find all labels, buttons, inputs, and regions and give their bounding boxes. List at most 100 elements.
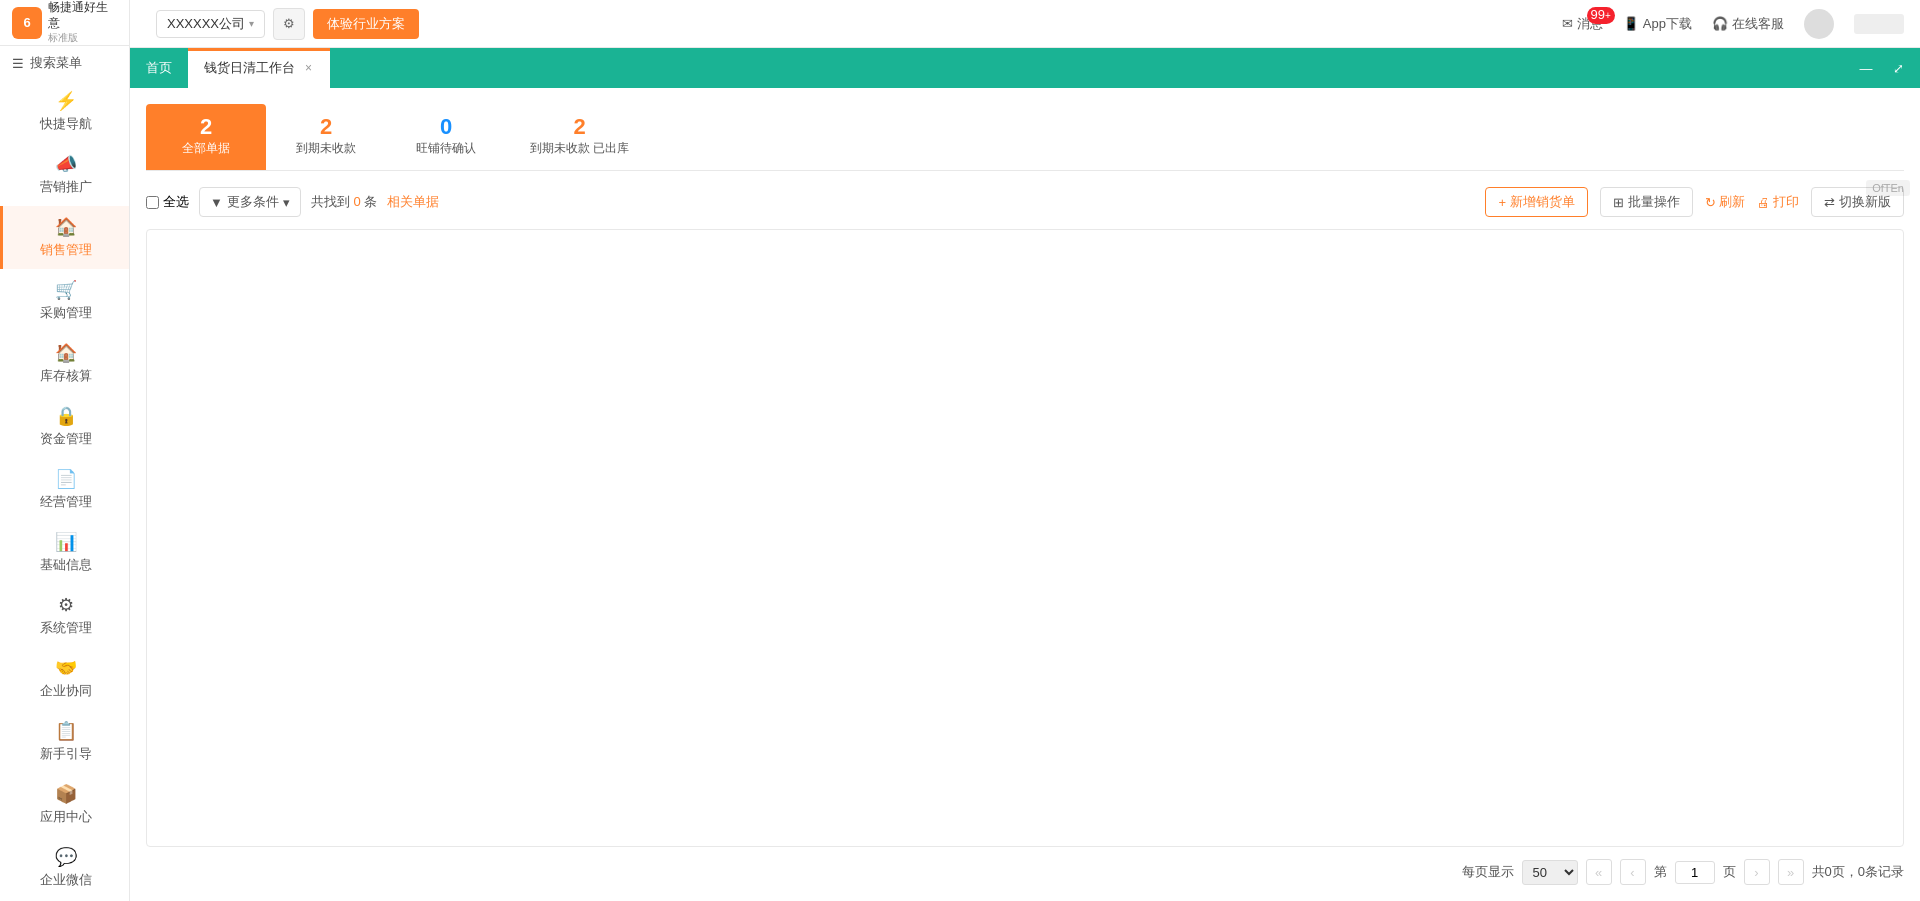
trial-button[interactable]: 体验行业方案: [313, 9, 419, 39]
menu-icon-qiye: 🤝: [55, 657, 77, 679]
toolbar-left: 全选 ▼ 更多条件 ▾ 共找到 0 条 相关单据: [146, 187, 439, 217]
menu-icon-jingying: 📄: [55, 468, 77, 490]
printer-icon: 🖨: [1757, 195, 1770, 210]
menu-label-jichu: 基础信息: [40, 556, 92, 574]
sidebar-search[interactable]: ☰ 搜索菜单: [0, 46, 129, 80]
per-page-select[interactable]: 50 10 20 100: [1522, 860, 1578, 885]
menu-label-yingyong: 应用中心: [40, 808, 92, 826]
found-text: 共找到 0 条: [311, 193, 377, 211]
pagination: 每页显示 50 10 20 100 « ‹ 第 页 › » 共0页，0条记录: [146, 847, 1904, 885]
stats-tab-num-all: 2: [170, 114, 242, 140]
stats-tab-num-overdue_out: 2: [530, 114, 629, 140]
stats-tab-wangpu[interactable]: 0旺铺待确认: [386, 104, 506, 170]
select-all-checkbox[interactable]: 全选: [146, 193, 189, 211]
filter-chevron-icon: ▾: [283, 195, 290, 210]
often-badge: OfTEn: [1866, 180, 1910, 196]
menu-icon-zijin: 🔒: [55, 405, 77, 427]
chevron-down-icon: ▾: [249, 18, 254, 29]
settings-button[interactable]: ⚙: [273, 8, 305, 40]
minimize-icon: —: [1860, 61, 1873, 76]
toolbar: 全选 ▼ 更多条件 ▾ 共找到 0 条 相关单据 + 新增销货单: [146, 187, 1904, 217]
content-area: 2全部单据2到期未收款0旺铺待确认2到期未收款 已出库 全选 ▼ 更多条件 ▾ …: [130, 88, 1920, 901]
refresh-icon: ↻: [1705, 195, 1716, 210]
app-download-btn[interactable]: 📱 App下载: [1623, 15, 1692, 33]
company-selector[interactable]: XXXXXX公司 ▾: [156, 10, 265, 38]
menu-label-kucun: 库存核算: [40, 367, 92, 385]
menu-label-caigou: 采购管理: [40, 304, 92, 322]
sidebar-item-weixin[interactable]: 💬 企业微信: [0, 836, 129, 899]
sidebar-item-xinshou[interactable]: 📋新手引导: [0, 710, 129, 773]
user-avatar[interactable]: [1804, 9, 1834, 39]
headset-icon: 🎧: [1712, 16, 1728, 31]
maximize-icon: ⤢: [1893, 61, 1904, 76]
tab-minimize-btn[interactable]: —: [1854, 56, 1878, 80]
batch-icon: ⊞: [1613, 195, 1624, 210]
stats-tab-label-overdue_out: 到期未收款 已出库: [530, 140, 629, 157]
menu-icon-weixin: 💬: [55, 846, 77, 868]
last-page-btn[interactable]: »: [1778, 859, 1804, 885]
page-input[interactable]: [1675, 861, 1715, 884]
sidebar: 6 畅捷通好生意 标准版 ☰ 搜索菜单 ⚡快捷导航 📣 营销推广 🏠销售管理🛒采购管理…: [0, 0, 130, 901]
menu-label-xinshou: 新手引导: [40, 745, 92, 763]
stats-tab-label-overdue: 到期未收款: [290, 140, 362, 157]
menu-label-qiye: 企业协同: [40, 682, 92, 700]
refresh-button[interactable]: ↻ 刷新: [1705, 193, 1745, 211]
batch-operation-button[interactable]: ⊞ 批量操作: [1600, 187, 1693, 217]
sidebar-item-yingxiao[interactable]: 📣 营销推广: [0, 143, 129, 206]
stats-tab-overdue_out[interactable]: 2到期未收款 已出库: [506, 104, 653, 170]
last-page-icon: »: [1787, 865, 1794, 880]
sidebar-item-qiye[interactable]: 🤝 企业协同: [0, 647, 129, 710]
menu-icon-xitong: ⚙: [58, 594, 74, 616]
related-orders-link[interactable]: 相关单据: [387, 193, 439, 211]
batch-label: 批量操作: [1628, 193, 1680, 211]
app-subtitle: 标准版: [48, 31, 117, 45]
sidebar-item-jingying[interactable]: 📄经营管理: [0, 458, 129, 521]
tab-active[interactable]: 钱货日清工作台 ×: [188, 48, 330, 88]
stats-tabs: 2全部单据2到期未收款0旺铺待确认2到期未收款 已出库: [146, 104, 1904, 171]
filter-button[interactable]: ▼ 更多条件 ▾: [199, 187, 301, 217]
tab-close-icon[interactable]: ×: [303, 59, 314, 77]
total-label: 共0页，0条记录: [1812, 863, 1904, 881]
message-btn[interactable]: ✉ 消息 99+: [1562, 15, 1603, 33]
select-all-input[interactable]: [146, 196, 159, 209]
next-page-icon: ›: [1754, 865, 1758, 880]
stats-tab-overdue[interactable]: 2到期未收款: [266, 104, 386, 170]
first-page-btn[interactable]: «: [1586, 859, 1612, 885]
refresh-label: 刷新: [1719, 193, 1745, 211]
main-content: 2全部单据2到期未收款0旺铺待确认2到期未收款 已出库 全选 ▼ 更多条件 ▾ …: [130, 88, 1920, 901]
per-page-label: 每页显示: [1462, 863, 1514, 881]
sidebar-logo: 6 畅捷通好生意 标准版: [0, 0, 129, 46]
menu-icon-yingxiao: 📣: [55, 153, 77, 175]
sidebar-item-yingyong[interactable]: 📦应用中心: [0, 773, 129, 836]
toolbar-right: + 新增销货单 ⊞ 批量操作 ↻ 刷新 🖨 打印 ⇄ 切换新版: [1485, 187, 1904, 217]
sidebar-item-zijin[interactable]: 🔒 资金管理: [0, 395, 129, 458]
sidebar-item-xiaoshou[interactable]: 🏠销售管理: [0, 206, 129, 269]
stats-tab-all[interactable]: 2全部单据: [146, 104, 266, 170]
app-title: 畅捷通好生意: [48, 0, 117, 31]
next-page-btn[interactable]: ›: [1744, 859, 1770, 885]
app-logo-icon: 6: [12, 7, 42, 39]
new-order-button[interactable]: + 新增销货单: [1485, 187, 1588, 217]
sidebar-item-jichu[interactable]: 📊基础信息: [0, 521, 129, 584]
sidebar-item-caigou[interactable]: 🛒采购管理: [0, 269, 129, 332]
print-button[interactable]: 🖨 打印: [1757, 193, 1799, 211]
header-right: ✉ 消息 99+ 📱 App下载 🎧 在线客服: [1562, 9, 1904, 39]
menu-label-yingxiao: 营销推广: [40, 178, 92, 196]
online-service-btn[interactable]: 🎧 在线客服: [1712, 15, 1784, 33]
print-label: 打印: [1773, 193, 1799, 211]
prev-page-btn[interactable]: ‹: [1620, 859, 1646, 885]
tab-home[interactable]: 首页: [130, 48, 188, 88]
stats-tab-label-all: 全部单据: [170, 140, 242, 157]
sidebar-item-kuaijie[interactable]: ⚡快捷导航: [0, 80, 129, 143]
tab-maximize-btn[interactable]: ⤢: [1886, 56, 1910, 80]
user-name[interactable]: [1854, 14, 1904, 34]
menu-icon-xiaoshou: 🏠: [55, 216, 77, 238]
menu-label-zijin: 资金管理: [40, 430, 92, 448]
menu-label-weixin: 企业微信: [40, 871, 92, 889]
data-table: [146, 229, 1904, 847]
sidebar-item-xitong[interactable]: ⚙系统管理: [0, 584, 129, 647]
first-page-icon: «: [1595, 865, 1602, 880]
message-icon: ✉: [1562, 16, 1573, 31]
search-menu-label: 搜索菜单: [30, 54, 82, 72]
sidebar-item-kucun[interactable]: 🏠库存核算: [0, 332, 129, 395]
